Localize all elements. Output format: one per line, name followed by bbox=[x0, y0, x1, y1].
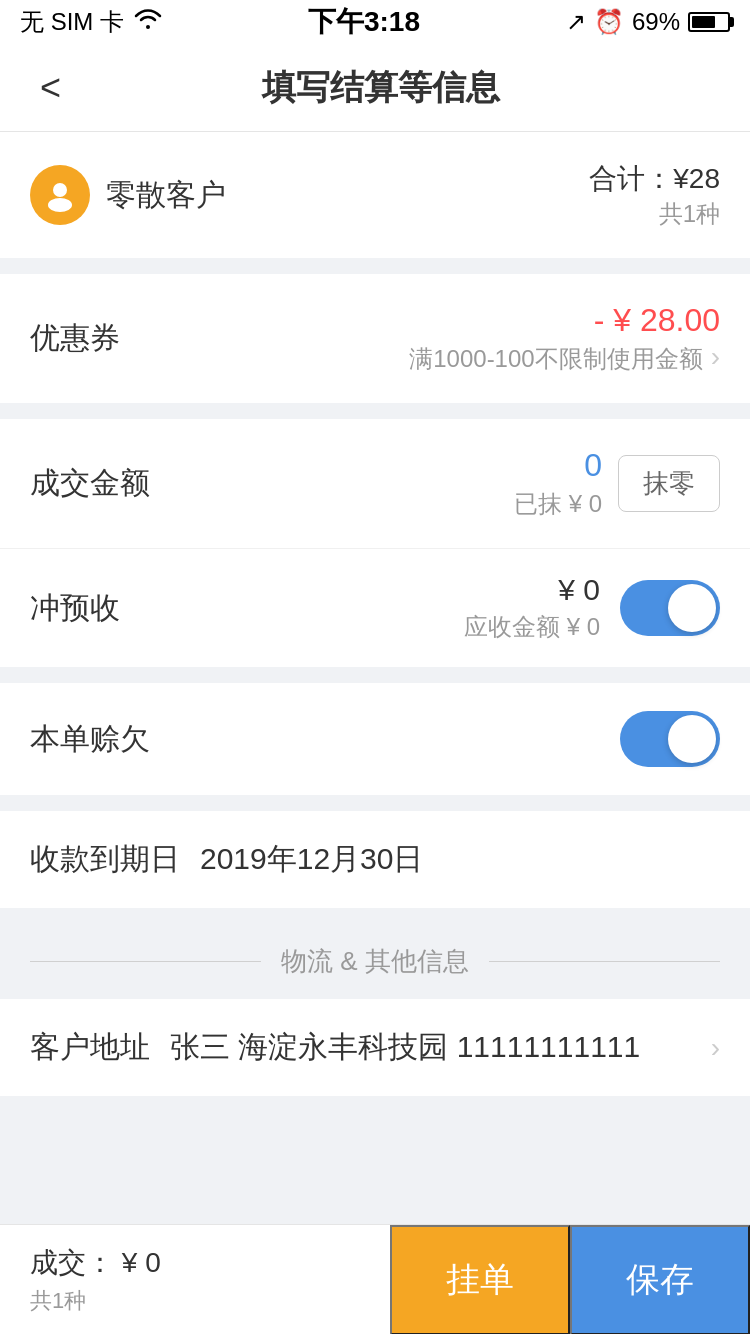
address-value: 张三 海淀永丰科技园 11111111111 bbox=[170, 1027, 640, 1068]
coupon-desc: 满1000-100不限制使用金额 bbox=[409, 343, 702, 375]
credit-toggle[interactable] bbox=[620, 711, 720, 767]
credit-section: 本单赊欠 bbox=[0, 683, 750, 795]
credit-label: 本单赊欠 bbox=[30, 719, 150, 760]
duedate-row: 收款到期日 2019年12月30日 bbox=[30, 839, 720, 880]
divider-line-left bbox=[30, 961, 261, 962]
bottom-summary: 成交： ¥ 0 共1种 bbox=[0, 1244, 390, 1316]
pre-collection-row: 冲预收 ¥ 0 应收金额 ¥ 0 bbox=[0, 549, 750, 667]
location-icon: ↗ bbox=[566, 8, 586, 36]
pre-collection-sub: 应收金额 ¥ 0 bbox=[464, 611, 600, 643]
address-row: 客户地址 张三 海淀永丰科技园 11111111111 › bbox=[30, 1027, 720, 1068]
duedate-section: 收款到期日 2019年12月30日 bbox=[0, 811, 750, 908]
address-label: 客户地址 bbox=[30, 1027, 150, 1068]
chevron-right-icon: › bbox=[711, 341, 720, 373]
coupon-label: 优惠券 bbox=[30, 318, 120, 359]
status-time: 下午3:18 bbox=[308, 3, 420, 41]
duedate-value: 2019年12月30日 bbox=[200, 839, 423, 880]
coupon-right: - ¥ 28.00 满1000-100不限制使用金额 › bbox=[409, 302, 720, 375]
duedate-label: 收款到期日 bbox=[30, 839, 180, 880]
content: 零散客户 合计：¥28 共1种 优惠券 - ¥ 28.00 满1000-100不… bbox=[0, 132, 750, 1232]
round-button[interactable]: 抹零 bbox=[618, 455, 720, 512]
coupon-section[interactable]: 优惠券 - ¥ 28.00 满1000-100不限制使用金额 › bbox=[0, 274, 750, 403]
customer-name: 零散客户 bbox=[106, 175, 226, 216]
total-amount: 合计：¥28 bbox=[589, 160, 720, 198]
status-right: ↗ ⏰ 69% bbox=[566, 8, 730, 36]
page-title: 填写结算等信息 bbox=[101, 65, 660, 111]
transaction-right-col: 0 已抹 ¥ 0 bbox=[514, 447, 602, 520]
pre-collection-toggle[interactable] bbox=[620, 580, 720, 636]
transaction-right: 0 已抹 ¥ 0 抹零 bbox=[514, 447, 720, 520]
toggle-knob bbox=[668, 584, 716, 632]
address-section[interactable]: 客户地址 张三 海淀永丰科技园 11111111111 › bbox=[0, 999, 750, 1096]
total-count: 共1种 bbox=[589, 198, 720, 230]
coupon-discount: - ¥ 28.00 bbox=[409, 302, 720, 339]
address-chevron-icon: › bbox=[711, 1032, 720, 1064]
address-inner: 客户地址 张三 海淀永丰科技园 11111111111 › bbox=[0, 999, 750, 1096]
customer-right: 合计：¥28 共1种 bbox=[589, 160, 720, 230]
bottom-count: 共1种 bbox=[30, 1286, 360, 1316]
duedate-inner: 收款到期日 2019年12月30日 bbox=[0, 811, 750, 908]
bottom-deal-amount: ¥ 0 bbox=[122, 1247, 161, 1278]
svg-point-0 bbox=[53, 183, 67, 197]
customer-row: 零散客户 合计：¥28 共1种 bbox=[0, 132, 750, 258]
pre-collection-amount: ¥ 0 bbox=[464, 573, 600, 607]
transaction-section: 成交金额 0 已抹 ¥ 0 抹零 冲预收 ¥ 0 应收金额 ¥ 0 bbox=[0, 419, 750, 667]
bottom-deal: 成交： ¥ 0 bbox=[30, 1244, 360, 1282]
address-left: 客户地址 张三 海淀永丰科技园 11111111111 bbox=[30, 1027, 640, 1068]
credit-inner: 本单赊欠 bbox=[0, 683, 750, 795]
customer-left: 零散客户 bbox=[30, 165, 226, 225]
transaction-sub: 已抹 ¥ 0 bbox=[514, 488, 602, 520]
transaction-value: 0 bbox=[514, 447, 602, 484]
battery-icon bbox=[688, 12, 730, 32]
status-left: 无 SIM 卡 bbox=[20, 6, 162, 38]
customer-avatar bbox=[30, 165, 90, 225]
wifi-icon bbox=[134, 9, 162, 35]
credit-row: 本单赊欠 bbox=[30, 711, 720, 767]
status-bar: 无 SIM 卡 下午3:18 ↗ ⏰ 69% bbox=[0, 0, 750, 44]
no-sim-label: 无 SIM 卡 bbox=[20, 6, 124, 38]
back-button[interactable]: < bbox=[30, 57, 71, 119]
svg-point-1 bbox=[48, 198, 72, 212]
customer-section: 零散客户 合计：¥28 共1种 bbox=[0, 132, 750, 258]
bottom-deal-label: 成交： bbox=[30, 1247, 114, 1278]
pre-collection-values: ¥ 0 应收金额 ¥ 0 bbox=[464, 573, 600, 643]
battery-percent: 69% bbox=[632, 8, 680, 36]
credit-toggle-knob bbox=[668, 715, 716, 763]
divider-text: 物流 & 其他信息 bbox=[281, 944, 469, 979]
divider-line-right bbox=[489, 961, 720, 962]
transaction-row: 成交金额 0 已抹 ¥ 0 抹零 bbox=[0, 419, 750, 549]
transaction-label: 成交金额 bbox=[30, 463, 150, 504]
alarm-icon: ⏰ bbox=[594, 8, 624, 36]
pre-collection-label: 冲预收 bbox=[30, 588, 120, 629]
bottom-bar: 成交： ¥ 0 共1种 挂单 保存 bbox=[0, 1224, 750, 1334]
divider-section: 物流 & 其他信息 bbox=[0, 924, 750, 999]
pending-button[interactable]: 挂单 bbox=[390, 1225, 570, 1335]
nav-bar: < 填写结算等信息 bbox=[0, 44, 750, 132]
pre-collection-right: ¥ 0 应收金额 ¥ 0 bbox=[464, 573, 720, 643]
save-button[interactable]: 保存 bbox=[570, 1225, 750, 1335]
